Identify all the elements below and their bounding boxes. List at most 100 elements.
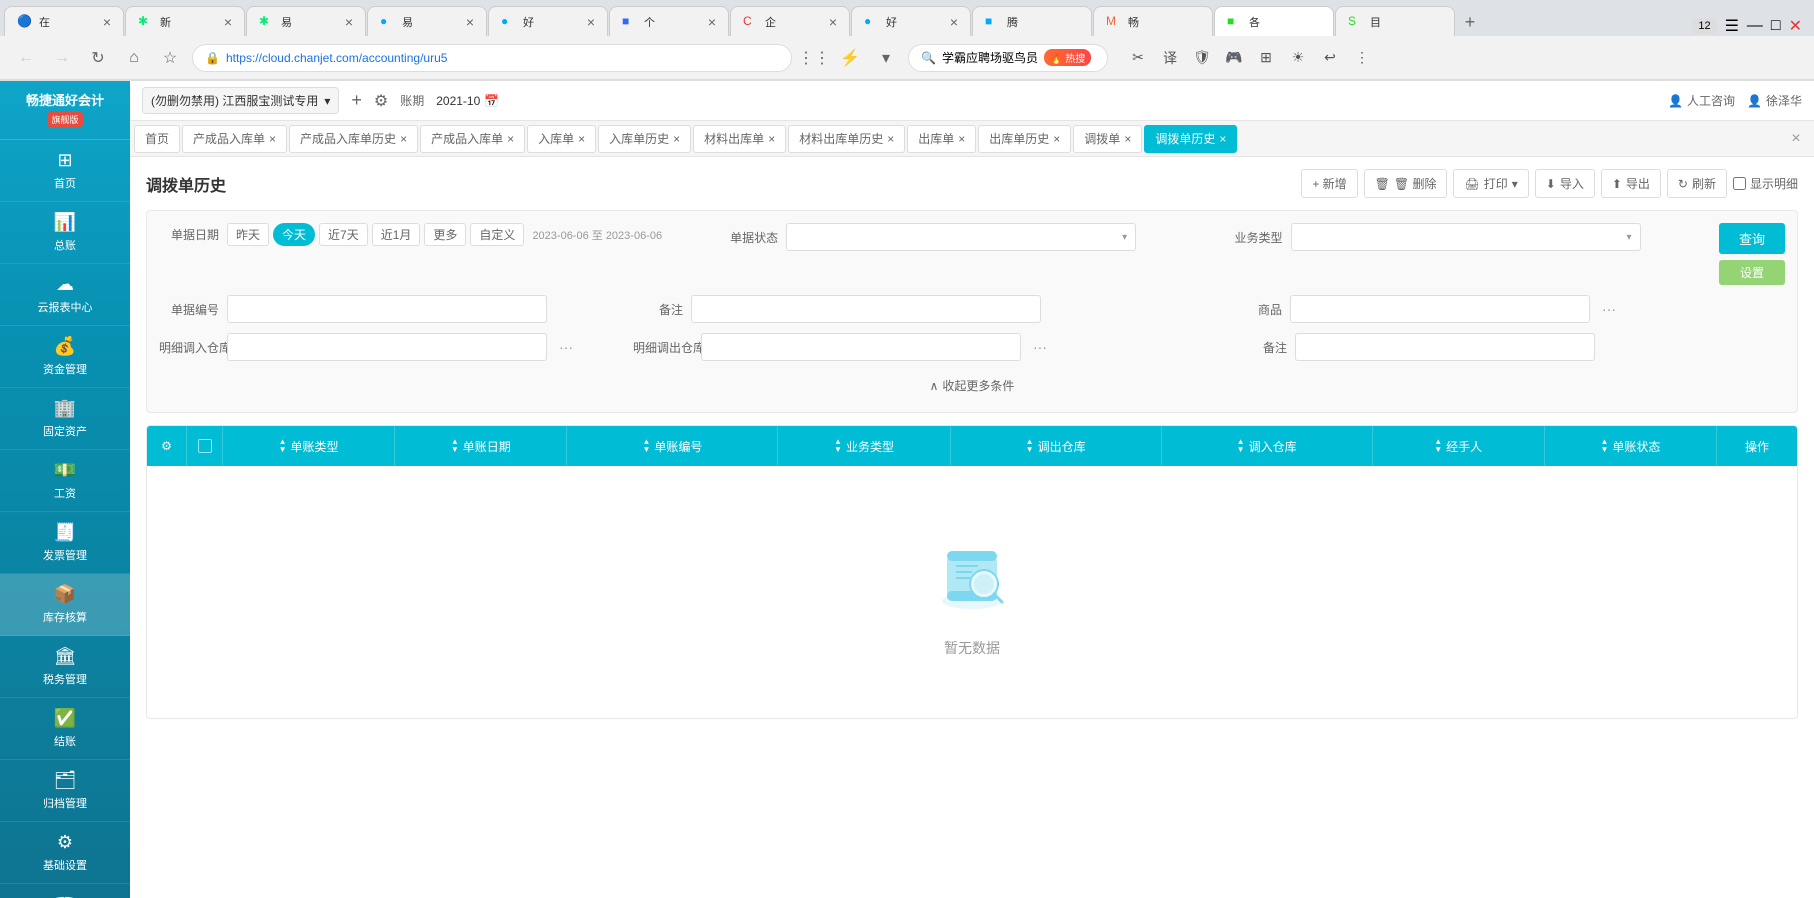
sidebar-item-guide[interactable]: 📖 新手引导	[0, 884, 130, 898]
tab-close-page-10[interactable]: ×	[1124, 132, 1131, 146]
refresh-button[interactable]: ↻	[84, 44, 112, 72]
out-wh-dots-button[interactable]: ···	[1029, 339, 1051, 355]
grid-icon[interactable]: ⊞	[1252, 44, 1280, 72]
doc-no-input[interactable]	[227, 295, 547, 323]
settings-button[interactable]: 设置	[1719, 260, 1785, 285]
browser-tab-5[interactable]: ● 好 ×	[488, 6, 608, 36]
export-button[interactable]: ⬆ 导出	[1601, 169, 1661, 198]
sidebar-item-tax[interactable]: 🏛 税务管理	[0, 636, 130, 698]
period-selector[interactable]: 2021-10 📅	[436, 94, 499, 108]
tab-close-page-5[interactable]: ×	[673, 132, 680, 146]
new-button[interactable]: + 新增	[1301, 169, 1357, 198]
th-biz-type[interactable]: ▲▼ 业务类型	[778, 426, 950, 466]
refresh-button-page[interactable]: ↻ 刷新	[1667, 169, 1727, 198]
dropdown-button[interactable]: ▾	[872, 44, 900, 72]
sidebar-item-basic[interactable]: ⚙ 基础设置	[0, 822, 130, 884]
goods-dots-button[interactable]: ···	[1598, 301, 1620, 317]
browser-tab-8[interactable]: ● 好 ×	[851, 6, 971, 36]
tab-close-5[interactable]: ×	[587, 14, 595, 30]
collapse-button[interactable]: ∧ 收起更多条件	[159, 371, 1785, 400]
page-tab-4[interactable]: 入库单 ×	[527, 125, 596, 153]
import-button[interactable]: ⬇ 导入	[1535, 169, 1595, 198]
browser-settings-icon[interactable]: ⋮⋮	[800, 44, 828, 72]
browser-tab-1[interactable]: 🔵 在 ×	[4, 6, 124, 36]
th-type[interactable]: ▲▼ 单账类型	[223, 426, 395, 466]
page-tab-1[interactable]: 产成品入库单 ×	[182, 125, 287, 153]
note-input[interactable]	[1295, 333, 1595, 361]
browser-tab-4[interactable]: ● 易 ×	[367, 6, 487, 36]
sidebar-item-fund[interactable]: 💰 资金管理	[0, 326, 130, 388]
shield-icon[interactable]: 🛡	[1188, 44, 1216, 72]
sidebar-item-report[interactable]: ☁ 云报表中心	[0, 264, 130, 326]
tab-close-2[interactable]: ×	[224, 14, 232, 30]
browser-search-bar[interactable]: 🔍 学霸应聘场驱鸟员 🔥 热搜	[908, 44, 1108, 72]
status-select[interactable]: ▾	[786, 223, 1136, 251]
tab-close-6[interactable]: ×	[708, 14, 716, 30]
date-btn-today[interactable]: 今天	[273, 223, 315, 246]
sidebar-item-inventory[interactable]: 📦 库存核算	[0, 574, 130, 636]
date-btn-1month[interactable]: 近1月	[372, 223, 421, 246]
tab-close-page-2[interactable]: ×	[400, 132, 407, 146]
out-wh-input[interactable]	[701, 333, 1021, 361]
page-tab-6[interactable]: 材料出库单 ×	[693, 125, 786, 153]
date-btn-yesterday[interactable]: 昨天	[227, 223, 269, 246]
back-button[interactable]: ←	[12, 44, 40, 72]
tab-close-page-8[interactable]: ×	[958, 132, 965, 146]
address-input[interactable]: 🔒 https://cloud.chanjet.com/accounting/u…	[192, 44, 792, 72]
browser-tab-9[interactable]: ■ 腾	[972, 6, 1092, 36]
page-tab-3[interactable]: 产成品入库单 ×	[420, 125, 525, 153]
select-all-checkbox[interactable]	[198, 439, 212, 453]
tab-close-page-6[interactable]: ×	[768, 132, 775, 146]
sidebar-item-wage[interactable]: 💵 工资	[0, 450, 130, 512]
close-all-tabs-button[interactable]: ×	[1782, 125, 1810, 153]
forward-button[interactable]: →	[48, 44, 76, 72]
sidebar-item-archive[interactable]: 🗂 归档管理	[0, 760, 130, 822]
browser-tab-10[interactable]: M 畅	[1093, 6, 1213, 36]
company-selector[interactable]: (勿删勿禁用) 江西服宝测试专用 ▾	[142, 87, 339, 114]
sidebar-item-ledger[interactable]: 📊 总账	[0, 202, 130, 264]
maximize-icon[interactable]: □	[1771, 17, 1781, 35]
browser-tab-7[interactable]: C 企 ×	[730, 6, 850, 36]
customer-service[interactable]: 👤 人工咨询	[1668, 92, 1735, 109]
date-btn-custom[interactable]: 自定义	[470, 223, 524, 246]
add-company-icon[interactable]: +	[351, 90, 362, 111]
scissors-icon[interactable]: ✂	[1124, 44, 1152, 72]
th-settings[interactable]: ⚙	[147, 426, 187, 466]
translate-icon[interactable]: 译	[1156, 44, 1184, 72]
browser-tab-11[interactable]: ■ 各	[1214, 6, 1334, 36]
minimize-icon[interactable]: —	[1747, 17, 1763, 35]
th-handler[interactable]: ▲▼ 经手人	[1373, 426, 1545, 466]
th-out-wh[interactable]: ▲▼ 调出仓库	[951, 426, 1162, 466]
settings-icon[interactable]: ⚙	[374, 91, 388, 111]
lightning-icon[interactable]: ⚡	[836, 44, 864, 72]
th-date[interactable]: ▲▼ 单账日期	[395, 426, 567, 466]
biz-type-select[interactable]: ▾	[1291, 223, 1641, 251]
tab-close-page-3[interactable]: ×	[507, 132, 514, 146]
bookmark-button[interactable]: ☆	[156, 44, 184, 72]
sidebar-item-settle[interactable]: ✅ 结账	[0, 698, 130, 760]
th-in-wh[interactable]: ▲▼ 调入仓库	[1162, 426, 1373, 466]
date-btn-7days[interactable]: 近7天	[319, 223, 368, 246]
tab-close-page-4[interactable]: ×	[578, 132, 585, 146]
page-tab-2[interactable]: 产成品入库单历史 ×	[289, 125, 418, 153]
th-checkbox[interactable]	[187, 426, 223, 466]
th-number[interactable]: ▲▼ 单账编号	[567, 426, 778, 466]
browser-tab-2[interactable]: ✱ 新 ×	[125, 6, 245, 36]
page-tab-11[interactable]: 调拨单历史 ×	[1144, 125, 1237, 153]
browser-tab-3[interactable]: ✱ 易 ×	[246, 6, 366, 36]
page-tab-5[interactable]: 入库单历史 ×	[598, 125, 691, 153]
more-icon[interactable]: ⋮	[1348, 44, 1376, 72]
page-tab-7[interactable]: 材料出库单历史 ×	[788, 125, 905, 153]
sidebar-item-home[interactable]: ⊞ 首页	[0, 140, 130, 202]
in-wh-input[interactable]	[227, 333, 547, 361]
new-tab-button[interactable]: +	[1456, 8, 1484, 36]
tab-close-4[interactable]: ×	[466, 14, 474, 30]
browser-tab-6[interactable]: ■ 个 ×	[609, 6, 729, 36]
in-wh-dots-button[interactable]: ···	[555, 339, 577, 355]
tab-close-7[interactable]: ×	[829, 14, 837, 30]
tab-close-page-9[interactable]: ×	[1053, 132, 1060, 146]
query-button[interactable]: 查询	[1719, 223, 1785, 254]
undo-icon[interactable]: ↩	[1316, 44, 1344, 72]
delete-button[interactable]: 🗑 🗑 删除	[1364, 169, 1448, 198]
date-btn-more[interactable]: 更多	[424, 223, 466, 246]
